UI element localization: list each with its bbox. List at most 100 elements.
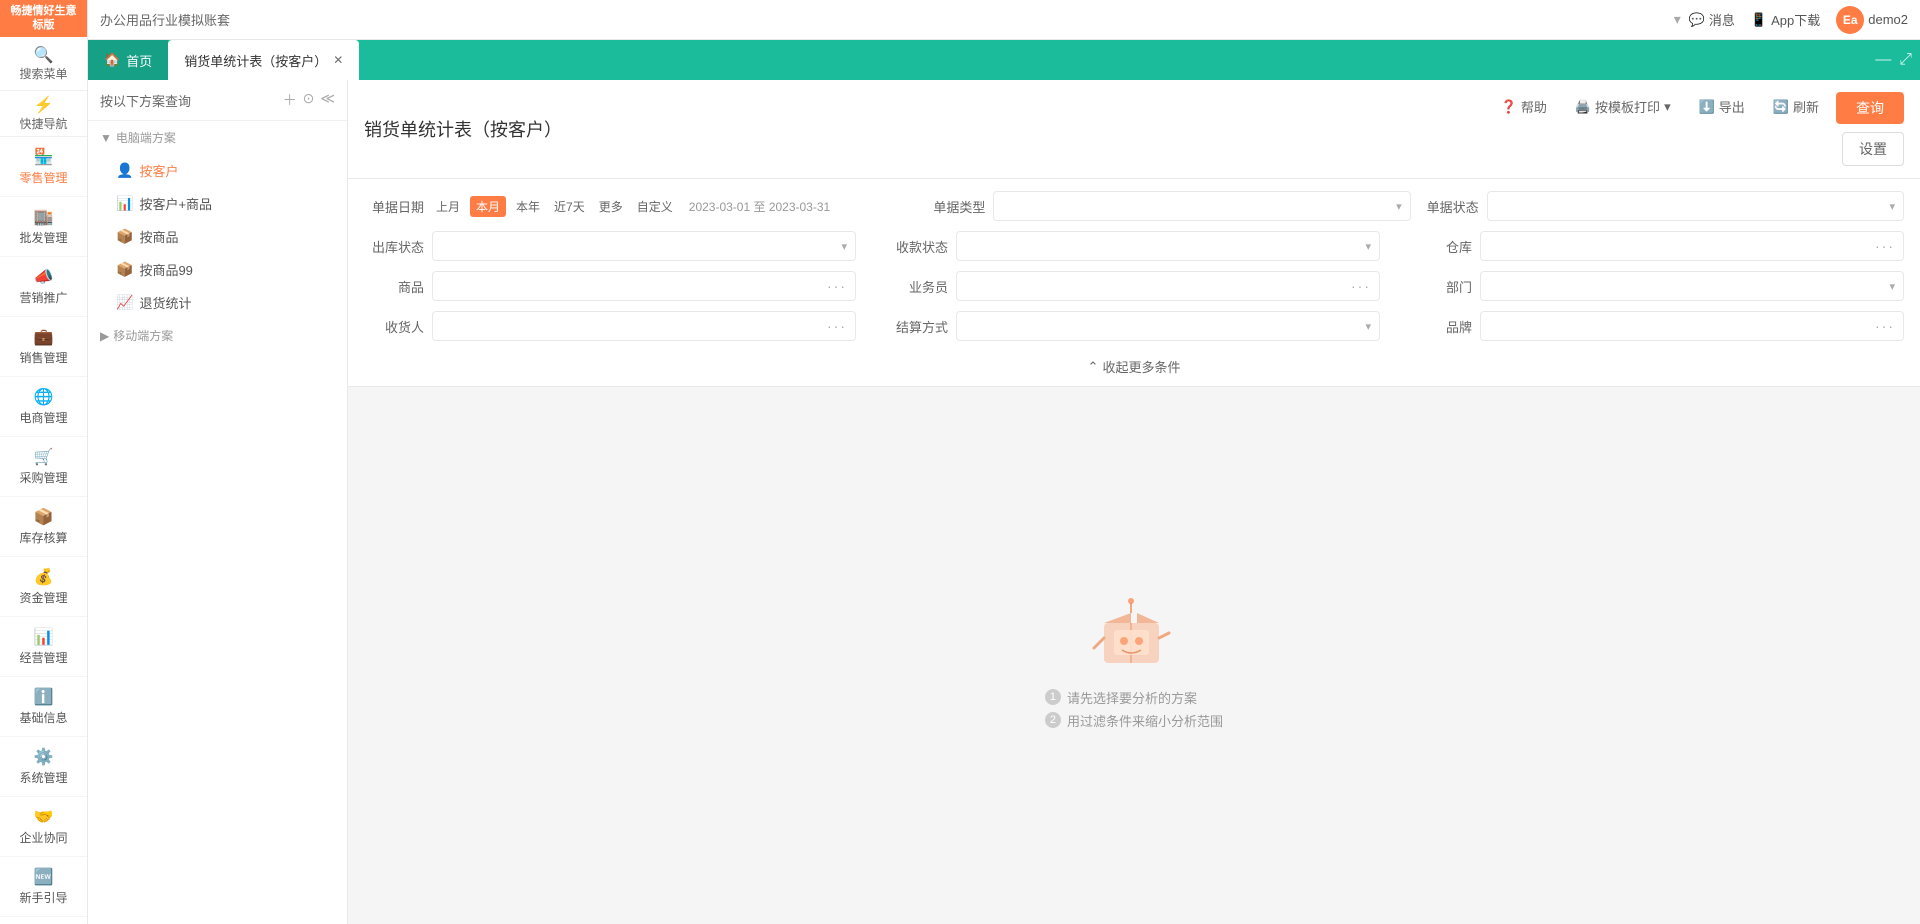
sidebar-item-system[interactable]: ⚙️ 系统管理 (0, 737, 87, 797)
sidebar: 畅捷情好生意 标版 🔍 搜索菜单 ⚡ 快捷导航 🏪 零售管理 🏬 批发管理 📣 … (0, 0, 88, 924)
tree-item-goods[interactable]: 📦 按商品 (88, 220, 347, 253)
date-range: 2023-03-01 至 2023-03-31 (689, 198, 830, 215)
brand-dots: ··· (1875, 318, 1895, 334)
tree-item-return[interactable]: 📈 退货统计 (88, 286, 347, 319)
shortcut-thismonth[interactable]: 本月 (470, 196, 506, 217)
settlement-label: 结算方式 (888, 317, 948, 336)
salesman-label: 业务员 (888, 277, 948, 296)
app-download-icon: 📱 (1751, 12, 1767, 28)
tab-close-icon[interactable]: ✕ (333, 53, 343, 67)
voucher-type-control[interactable]: ▾ (993, 191, 1410, 221)
shortcut-custom[interactable]: 自定义 (633, 196, 677, 217)
department-control[interactable]: ▾ (1480, 271, 1904, 301)
sidebar-item-newbie[interactable]: 🆕 新手引导 (0, 857, 87, 917)
voucher-status-control[interactable]: ▾ (1487, 191, 1904, 221)
stock-status-label: 出库状态 (364, 237, 424, 256)
add-scheme-icon[interactable]: ＋ (283, 90, 297, 110)
receiver-label: 收货人 (364, 317, 424, 336)
tabbar: 🏠 首页 销货单统计表（按客户） ✕ — ⤢ (88, 40, 1920, 80)
tree-group-pc[interactable]: ▼ 电脑端方案 (88, 121, 347, 154)
sidebar-item-sales[interactable]: 💼 销售管理 (0, 317, 87, 377)
sidebar-item-operation[interactable]: 📊 经营管理 (0, 617, 87, 677)
sidebar-item-marketing[interactable]: 📣 营销推广 (0, 257, 87, 317)
shortcut-thisyear[interactable]: 本年 (512, 196, 544, 217)
hint-item-2: 2 用过滤条件来缩小分析范围 (1045, 711, 1223, 730)
receiver-control[interactable]: ··· (432, 311, 856, 341)
sidebar-item-retail[interactable]: 🏪 零售管理 (0, 137, 87, 197)
print-btn[interactable]: 🖨️ 按模板打印 ▾ (1566, 92, 1680, 121)
sidebar-item-inventory[interactable]: 📦 库存核算 (0, 497, 87, 557)
page-header: 销货单统计表（按客户） ❓ 帮助 🖨️ 按模板打印 ▾ (348, 80, 1920, 179)
system-icon: ⚙️ (34, 747, 54, 767)
sidebar-item-finance[interactable]: 💰 资金管理 (0, 557, 87, 617)
brand-control[interactable]: ··· (1480, 311, 1904, 341)
voucher-type-arrow: ▾ (1396, 200, 1402, 213)
warehouse-dots: ··· (1875, 238, 1895, 254)
shortcut-7days[interactable]: 近7天 (550, 196, 589, 217)
shortcut-lastmonth[interactable]: 上月 (432, 196, 464, 217)
salesman-dots: ··· (1351, 278, 1371, 294)
sidebar-shortcut[interactable]: ⚡ 快捷导航 (0, 91, 87, 137)
goods-label: 商品 (364, 277, 424, 296)
help-btn[interactable]: ❓ 帮助 (1492, 92, 1556, 121)
return-icon: 📈 (116, 294, 133, 311)
sidebar-search[interactable]: 🔍 搜索菜单 (0, 37, 87, 91)
tree-group-mobile[interactable]: ▶ 移动端方案 (88, 319, 347, 352)
collapse-btn[interactable]: ⌃ 收起更多条件 (364, 351, 1904, 386)
salesman-control[interactable]: ··· (956, 271, 1380, 301)
app-download-btn[interactable]: 📱 App下载 (1751, 10, 1820, 29)
tree-expand-icon: ▼ (100, 131, 112, 145)
warehouse-control[interactable]: ··· (1480, 231, 1904, 261)
tab-home[interactable]: 🏠 首页 (88, 40, 168, 80)
collection-status-control[interactable]: ▾ (956, 231, 1380, 261)
filter-row-stock: 出库状态 ▾ 收款状态 ▾ 仓库 ··· (364, 231, 1904, 261)
query-button[interactable]: 查询 (1836, 92, 1904, 124)
settlement-control[interactable]: ▾ (956, 311, 1380, 341)
collapse-icon: ⌃ (1088, 359, 1099, 375)
message-btn[interactable]: 💬 消息 (1689, 10, 1735, 29)
ecom-icon: 🌐 (34, 387, 54, 407)
tree-item-customer[interactable]: 👤 按客户 (88, 154, 347, 187)
tree-collapse-icon: ▶ (100, 329, 109, 343)
sidebar-item-wholesale[interactable]: 🏬 批发管理 (0, 197, 87, 257)
topbar: 办公用品行业模拟账套 ▾ 💬 消息 📱 App下载 Ea demo2 (88, 0, 1920, 40)
tree-item-goods99[interactable]: 📦 按商品99 (88, 253, 347, 286)
goods-control[interactable]: ··· (432, 271, 856, 301)
sidebar-item-appcenter[interactable]: 🔲 应用中心 (0, 917, 87, 924)
filter-row-receiver: 收货人 ··· 结算方式 ▾ 品牌 ··· (364, 311, 1904, 341)
settings-scheme-icon[interactable]: ⊙ (303, 90, 315, 110)
hint-item-1: 1 请先选择要分析的方案 (1045, 688, 1223, 707)
tab-minimize-icon[interactable]: — (1875, 51, 1891, 69)
query-btn-area: 查询 设置 (1836, 92, 1904, 166)
refresh-btn[interactable]: 🔄 刷新 (1764, 92, 1828, 121)
print-dropdown-icon: ▾ (1664, 99, 1671, 115)
stock-arrow: ▾ (841, 240, 847, 253)
tab-expand-icon[interactable]: ⤢ (1899, 51, 1912, 69)
sidebar-item-enterprise[interactable]: 🤝 企业协同 (0, 797, 87, 857)
left-panel-actions: ＋ ⊙ ≪ (283, 90, 335, 110)
stock-status-control[interactable]: ▾ (432, 231, 856, 261)
export-btn[interactable]: ⬇️ 导出 (1690, 92, 1754, 121)
goods-dots: ··· (827, 278, 847, 294)
sidebar-item-ecom[interactable]: 🌐 电商管理 (0, 377, 87, 437)
help-icon: ❓ (1501, 99, 1517, 115)
message-icon: 💬 (1689, 12, 1705, 28)
filter-area: 单据日期 上月 本月 本年 近7天 更多 自定义 2023-03-01 至 20… (348, 179, 1920, 387)
user-menu[interactable]: Ea demo2 (1836, 6, 1908, 34)
dropdown-icon[interactable]: ▾ (1674, 11, 1681, 28)
tab-report[interactable]: 销货单统计表（按客户） ✕ (168, 40, 359, 80)
voucher-status-arrow: ▾ (1889, 200, 1895, 213)
empty-illustration (1084, 578, 1184, 678)
set-button[interactable]: 设置 (1842, 132, 1904, 166)
right-panel: 销货单统计表（按客户） ❓ 帮助 🖨️ 按模板打印 ▾ (348, 80, 1920, 924)
retail-icon: 🏪 (34, 147, 54, 167)
tabbar-right: — ⤢ (1875, 51, 1920, 69)
sidebar-item-basic[interactable]: ℹ️ 基础信息 (0, 677, 87, 737)
finance-icon: 💰 (34, 567, 54, 587)
sidebar-item-purchase[interactable]: 🛒 采购管理 (0, 437, 87, 497)
customer-goods-icon: 📊 (116, 195, 133, 212)
app-logo[interactable]: 畅捷情好生意 标版 (0, 0, 88, 37)
shortcut-more[interactable]: 更多 (595, 196, 627, 217)
tree-item-customer-goods[interactable]: 📊 按客户+商品 (88, 187, 347, 220)
collapse-panel-icon[interactable]: ≪ (320, 90, 335, 110)
